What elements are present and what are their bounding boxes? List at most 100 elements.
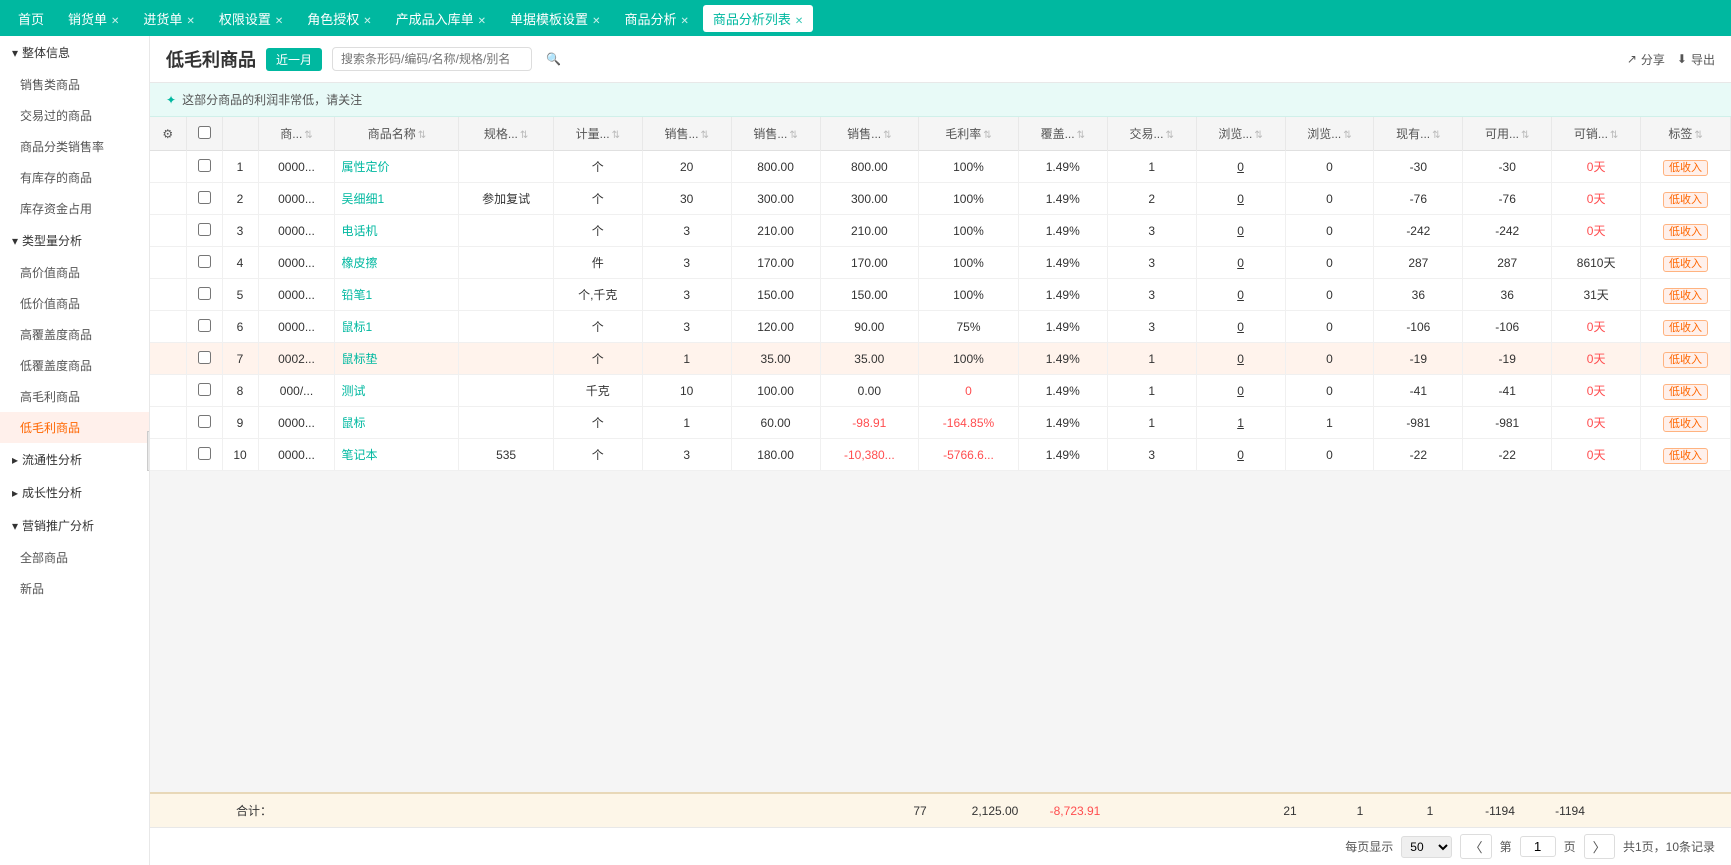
row-browse1[interactable]: 0 [1196,215,1285,247]
row-select-checkbox[interactable] [198,351,211,364]
nav-roles[interactable]: 角色授权✕ [297,5,381,32]
nav-product-analysis-list-close[interactable]: ✕ [795,16,803,27]
nav-finished-goods-close[interactable]: ✕ [478,16,486,27]
sidebar-item-low-coverage[interactable]: 低覆盖度商品 [0,350,149,381]
row-checkbox[interactable] [186,375,222,407]
row-select-checkbox[interactable] [198,287,211,300]
row-name[interactable]: 电话机 [335,215,459,247]
row-browse1[interactable]: 0 [1196,439,1285,471]
sidebar-item-category-rate[interactable]: 商品分类销售率 [0,131,149,162]
unit-col-header[interactable]: 计量...⇅ [553,117,642,151]
sidebar-group-overall[interactable]: ▾ 整体信息 [0,36,149,69]
nav-purchase[interactable]: 进货单✕ [133,5,204,32]
nav-template-settings-close[interactable]: ✕ [592,16,600,27]
row-name[interactable]: 笔记本 [335,439,459,471]
nav-permissions-close[interactable]: ✕ [275,16,283,27]
row-browse1[interactable]: 0 [1196,151,1285,183]
row-browse1[interactable]: 0 [1196,247,1285,279]
row-select-checkbox[interactable] [198,159,211,172]
row-name[interactable]: 橡皮擦 [335,247,459,279]
current-col-header[interactable]: 现有...⇅ [1374,117,1463,151]
sidebar-item-low-value[interactable]: 低价值商品 [0,288,149,319]
code-col-header[interactable]: 商...⇅ [258,117,335,151]
row-select-checkbox[interactable] [198,447,211,460]
row-name[interactable]: 属性定价 [335,151,459,183]
nav-home[interactable]: 首页 [8,5,54,32]
nav-permissions[interactable]: 权限设置✕ [209,5,293,32]
row-browse1[interactable]: 0 [1196,343,1285,375]
available-col-header[interactable]: 可用...⇅ [1463,117,1552,151]
sidebar-group-circulation[interactable]: ▸ 流通性分析 [0,443,149,476]
nav-finished-goods[interactable]: 产成品入库单✕ [386,5,496,32]
row-select-checkbox[interactable] [198,223,211,236]
row-name[interactable]: 鼠标1 [335,311,459,343]
nav-sales-close[interactable]: ✕ [111,16,119,27]
date-filter-button[interactable]: 近一月 [266,48,322,71]
export-button[interactable]: ⬇ 导出 [1677,51,1715,68]
row-select-checkbox[interactable] [198,191,211,204]
nav-purchase-close[interactable]: ✕ [186,16,194,27]
search-icon[interactable]: 🔍 [546,52,561,66]
sales-qty-col-header[interactable]: 销售...⇅ [642,117,731,151]
sales-price-col-header[interactable]: 销售...⇅ [731,117,820,151]
row-name[interactable]: 测试 [335,375,459,407]
sidebar-item-all-products[interactable]: 全部商品 [0,542,149,573]
coverage-col-header[interactable]: 覆盖...⇅ [1018,117,1107,151]
page-size-select[interactable]: 50 100 200 [1401,836,1452,858]
trade-col-header[interactable]: 交易...⇅ [1107,117,1196,151]
row-name[interactable]: 吴细细1 [335,183,459,215]
sidebar-group-growth[interactable]: ▸ 成长性分析 [0,476,149,509]
sidebar-group-type-analysis[interactable]: ▾ 类型量分析 [0,224,149,257]
row-checkbox[interactable] [186,311,222,343]
row-select-checkbox[interactable] [198,255,211,268]
nav-template-settings[interactable]: 单据模板设置✕ [500,5,610,32]
nav-product-analysis-list[interactable]: 商品分析列表✕ [703,5,813,32]
page-number-input[interactable] [1520,836,1556,857]
row-name[interactable]: 鼠标 [335,407,459,439]
row-checkbox[interactable] [186,215,222,247]
row-checkbox[interactable] [186,279,222,311]
sidebar-item-inventory-capital[interactable]: 库存资金占用 [0,193,149,224]
sidebar-group-marketing[interactable]: ▾ 营销推广分析 [0,509,149,542]
row-checkbox[interactable] [186,183,222,215]
prev-page-button[interactable]: 〈 [1460,834,1491,859]
spec-col-header[interactable]: 规格...⇅ [459,117,553,151]
tag-col-header[interactable]: 标签⇅ [1641,117,1731,151]
row-browse1[interactable]: 0 [1196,311,1285,343]
sidebar-item-in-stock[interactable]: 有库存的商品 [0,162,149,193]
sidebar-item-high-coverage[interactable]: 高覆盖度商品 [0,319,149,350]
nav-roles-close[interactable]: ✕ [363,16,371,27]
sidebar-item-high-value[interactable]: 高价值商品 [0,257,149,288]
sales-profit-col-header[interactable]: 销售...⇅ [820,117,919,151]
sidebar-collapse-button[interactable]: 《 [147,431,150,471]
checkbox-col-header[interactable] [186,117,222,151]
row-checkbox[interactable] [186,247,222,279]
nav-product-analysis[interactable]: 商品分析✕ [614,5,698,32]
row-select-checkbox[interactable] [198,383,211,396]
settings-col-header[interactable]: ⚙ [150,117,186,151]
sidebar-item-traded-products[interactable]: 交易过的商品 [0,100,149,131]
row-browse1[interactable]: 0 [1196,183,1285,215]
row-checkbox[interactable] [186,439,222,471]
saleable-col-header[interactable]: 可销...⇅ [1552,117,1641,151]
search-input[interactable] [332,47,532,71]
row-checkbox[interactable] [186,151,222,183]
nav-sales[interactable]: 销货单✕ [58,5,129,32]
row-browse1[interactable]: 1 [1196,407,1285,439]
share-button[interactable]: ↗ 分享 [1627,51,1665,68]
row-name[interactable]: 鼠标垫 [335,343,459,375]
select-all-checkbox[interactable] [198,126,211,139]
row-browse1[interactable]: 0 [1196,375,1285,407]
row-checkbox[interactable] [186,407,222,439]
browse1-col-header[interactable]: 浏览...⇅ [1196,117,1285,151]
next-page-button[interactable]: 〉 [1584,834,1615,859]
browse2-col-header[interactable]: 浏览...⇅ [1285,117,1374,151]
sidebar-item-low-margin[interactable]: 低毛利商品 [0,412,149,443]
row-browse1[interactable]: 0 [1196,279,1285,311]
name-col-header[interactable]: 商品名称⇅ [335,117,459,151]
row-name[interactable]: 铅笔1 [335,279,459,311]
sidebar-item-high-margin[interactable]: 高毛利商品 [0,381,149,412]
sidebar-item-sales-products[interactable]: 销售类商品 [0,69,149,100]
row-select-checkbox[interactable] [198,319,211,332]
sidebar-item-new-products[interactable]: 新品 [0,573,149,604]
